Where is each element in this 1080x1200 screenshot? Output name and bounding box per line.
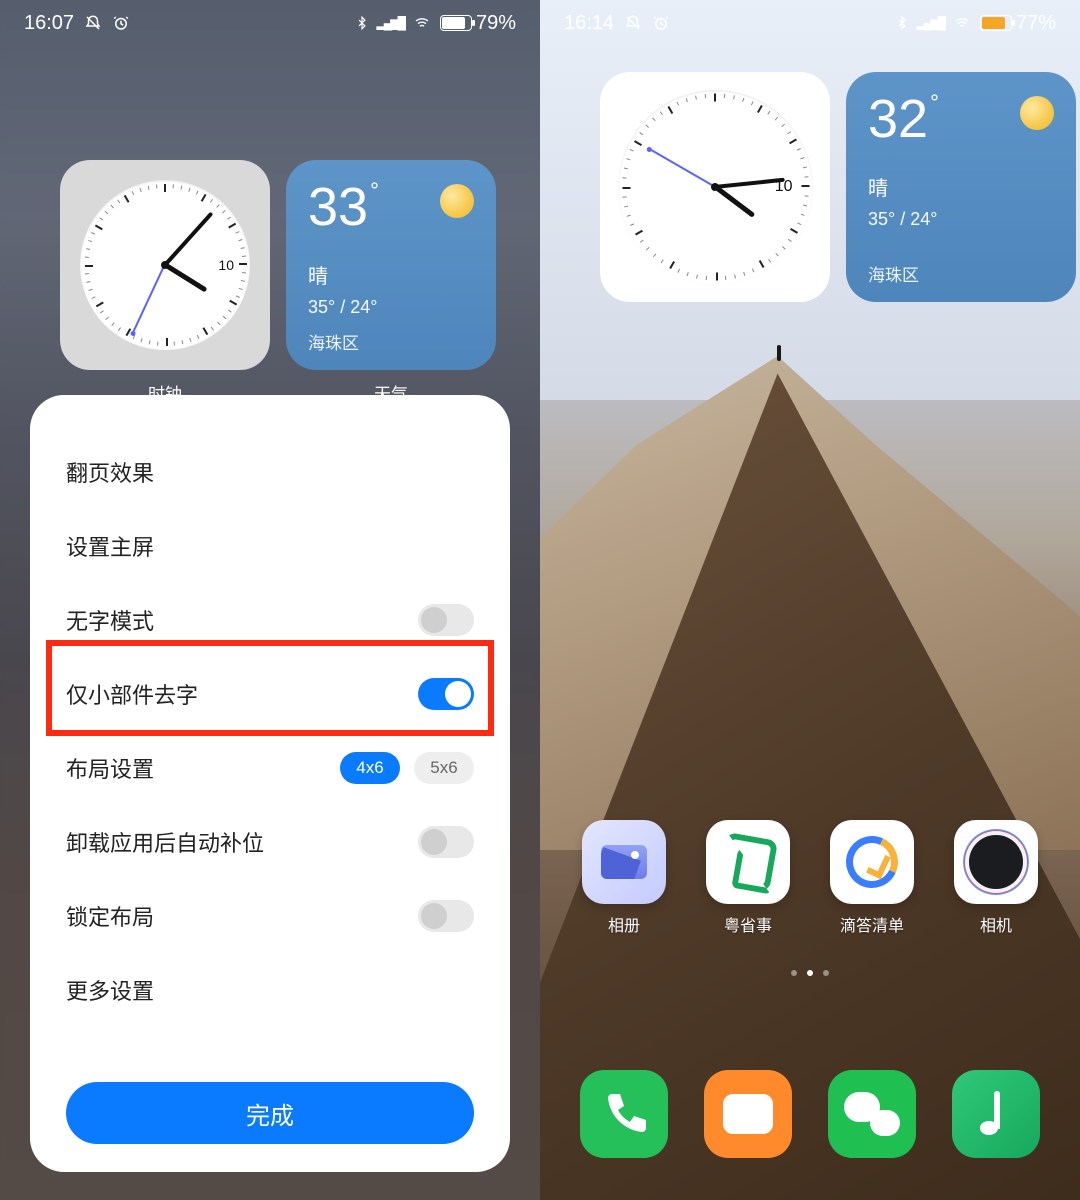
app-todo[interactable]: 滴答清单 bbox=[817, 820, 927, 936]
row-widget-wordless-label: 仅小部件去字 bbox=[66, 678, 198, 710]
toggle-widget-wordless[interactable] bbox=[418, 678, 474, 710]
bluetooth-icon bbox=[355, 14, 369, 32]
row-more-label: 更多设置 bbox=[66, 974, 154, 1006]
alarm-icon bbox=[652, 14, 670, 32]
app-camera-label: 相机 bbox=[980, 912, 1012, 936]
weather-range: 35° / 24° bbox=[308, 297, 474, 318]
status-time: 16:14 bbox=[564, 12, 614, 35]
weather-condition: 晴 bbox=[868, 172, 1054, 201]
weather-location: 海珠区 bbox=[308, 329, 359, 354]
weather-widget[interactable]: 32° 晴 35° / 24° 海珠区 bbox=[846, 72, 1076, 302]
clock-face: 10 bbox=[618, 90, 813, 285]
battery-percent: 79% bbox=[476, 12, 516, 35]
status-bar: 16:14 ▂▄▆█ 77% bbox=[540, 0, 1080, 46]
weather-temp: 32 bbox=[868, 89, 928, 149]
weather-range: 35° / 24° bbox=[868, 209, 1054, 230]
row-layout: 布局设置 4x6 5x6 bbox=[30, 731, 510, 805]
row-transition-label: 翻页效果 bbox=[66, 456, 154, 488]
status-bar: 16:07 ▂▄▆█ 79% bbox=[0, 0, 540, 46]
done-button-label: 完成 bbox=[246, 1096, 294, 1131]
dock-phone[interactable] bbox=[580, 1070, 668, 1158]
row-autofill-label: 卸载应用后自动补位 bbox=[66, 826, 264, 858]
toggle-wordless[interactable] bbox=[418, 604, 474, 636]
app-yss[interactable]: 粤省事 bbox=[693, 820, 803, 936]
app-todo-label: 滴答清单 bbox=[840, 912, 904, 936]
row-wordless[interactable]: 无字模式 bbox=[30, 583, 510, 657]
toggle-autofill[interactable] bbox=[418, 826, 474, 858]
layout-4x6-button[interactable]: 4x6 bbox=[340, 752, 400, 784]
page-indicator[interactable] bbox=[540, 970, 1080, 976]
mute-icon bbox=[84, 14, 102, 32]
row-lock-layout-label: 锁定布局 bbox=[66, 900, 154, 932]
weather-location: 海珠区 bbox=[868, 261, 919, 286]
left-screenshot: 16:07 ▂▄▆█ 79% 10 bbox=[0, 0, 540, 1200]
clock-face: 10 bbox=[80, 180, 250, 350]
row-lock-layout[interactable]: 锁定布局 bbox=[30, 879, 510, 953]
sun-icon bbox=[1020, 96, 1054, 130]
widget-row: 10 32° 晴 35° / 24° 海珠区 bbox=[600, 72, 1076, 302]
app-yss-label: 粤省事 bbox=[724, 912, 772, 936]
dock-wechat[interactable] bbox=[828, 1070, 916, 1158]
mute-icon bbox=[624, 14, 642, 32]
clock-widget[interactable]: 10 bbox=[600, 72, 830, 302]
battery-indicator: 77% bbox=[980, 12, 1056, 35]
clock-number-10: 10 bbox=[218, 257, 234, 273]
row-set-home-label: 设置主屏 bbox=[66, 530, 154, 562]
row-autofill[interactable]: 卸载应用后自动补位 bbox=[30, 805, 510, 879]
home-settings-panel: 翻页效果 设置主屏 无字模式 仅小部件去字 布局设置 4x6 5x6 卸载应用后… bbox=[30, 395, 510, 1172]
gallery-icon bbox=[582, 820, 666, 904]
weather-temp: 33 bbox=[308, 177, 368, 237]
row-more[interactable]: 更多设置 bbox=[30, 953, 510, 1027]
dock bbox=[540, 1070, 1080, 1158]
app-camera[interactable]: 相机 bbox=[941, 820, 1051, 936]
done-button[interactable]: 完成 bbox=[66, 1082, 474, 1144]
row-wordless-label: 无字模式 bbox=[66, 604, 154, 636]
alarm-icon bbox=[112, 14, 130, 32]
row-layout-label: 布局设置 bbox=[66, 752, 154, 784]
bluetooth-icon bbox=[895, 14, 909, 32]
battery-percent: 77% bbox=[1016, 12, 1056, 35]
camera-icon bbox=[954, 820, 1038, 904]
weather-condition: 晴 bbox=[308, 260, 474, 289]
signal-icon: ▂▄▆█ bbox=[917, 16, 944, 30]
row-set-home[interactable]: 设置主屏 bbox=[30, 509, 510, 583]
app-gallery-label: 相册 bbox=[608, 912, 640, 936]
wifi-icon bbox=[952, 15, 972, 31]
app-gallery[interactable]: 相册 bbox=[569, 820, 679, 936]
right-screenshot: 16:14 ▂▄▆█ 77% 10 bbox=[540, 0, 1080, 1200]
row-widget-wordless[interactable]: 仅小部件去字 bbox=[30, 657, 510, 731]
signal-icon: ▂▄▆█ bbox=[377, 16, 404, 30]
toggle-lock-layout[interactable] bbox=[418, 900, 474, 932]
weather-widget[interactable]: 33° 晴 35° / 24° 海珠区 天气 bbox=[286, 160, 496, 370]
widget-row: 10 时钟 33° 晴 35° / 24° 海珠区 天气 bbox=[60, 160, 496, 370]
app-row: 相册 粤省事 滴答清单 相机 bbox=[540, 820, 1080, 936]
clock-widget[interactable]: 10 时钟 bbox=[60, 160, 270, 370]
dock-music[interactable] bbox=[952, 1070, 1040, 1158]
yss-icon bbox=[706, 820, 790, 904]
battery-indicator: 79% bbox=[440, 12, 516, 35]
status-time: 16:07 bbox=[24, 12, 74, 35]
row-transition[interactable]: 翻页效果 bbox=[30, 435, 510, 509]
wifi-icon bbox=[412, 15, 432, 31]
todo-icon bbox=[830, 820, 914, 904]
wallpaper-person bbox=[777, 345, 781, 361]
sun-icon bbox=[440, 184, 474, 218]
layout-5x6-button[interactable]: 5x6 bbox=[414, 752, 474, 784]
dock-messages[interactable] bbox=[704, 1070, 792, 1158]
